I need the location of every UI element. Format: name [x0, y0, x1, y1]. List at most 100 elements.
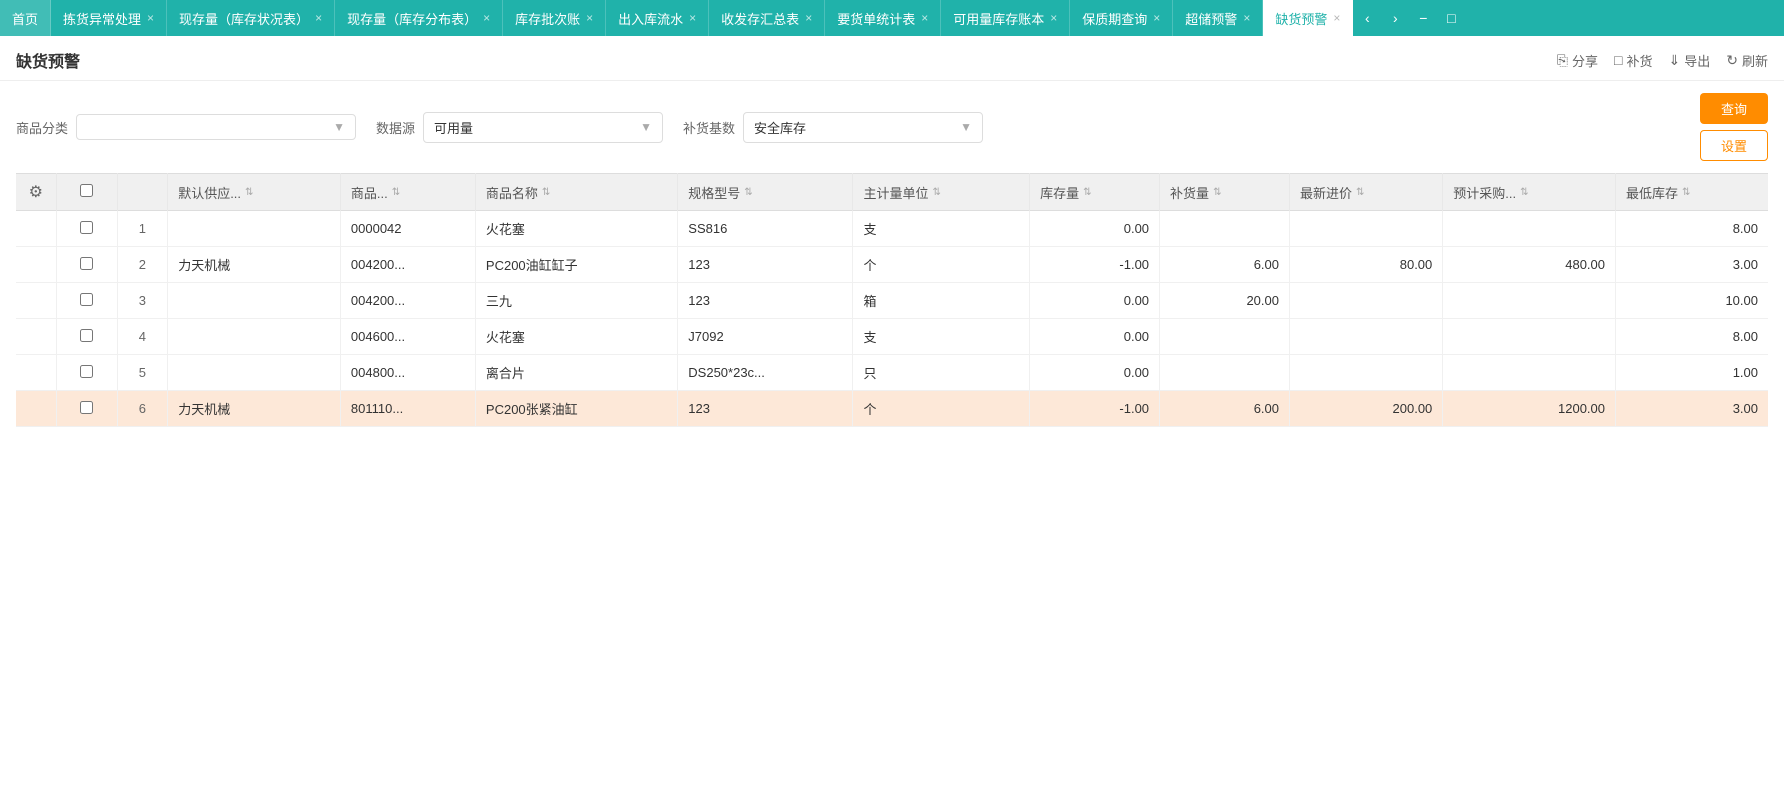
row-checkbox-cell: [56, 355, 117, 391]
tab-home[interactable]: 首页: [0, 0, 51, 36]
sort-icon-est[interactable]: ⇅: [1520, 187, 1528, 198]
row-checkbox-2[interactable]: [80, 293, 93, 306]
row-stock-qty: 0.00: [1030, 283, 1160, 319]
tab-close-batch-account[interactable]: ×: [586, 11, 593, 25]
tab-inout-flow[interactable]: 出入库流水 ×: [606, 0, 709, 36]
row-latest-price: [1290, 283, 1443, 319]
column-unit: 主计量单位 ⇅: [853, 174, 1030, 211]
row-gear-cell: [16, 247, 56, 283]
column-product-code: 商品... ⇅: [340, 174, 475, 211]
row-checkbox-1[interactable]: [80, 257, 93, 270]
row-seq: 2: [117, 247, 168, 283]
column-spec: 规格型号 ⇅: [678, 174, 853, 211]
row-checkbox-0[interactable]: [80, 221, 93, 234]
tab-receipt-summary[interactable]: 收发存汇总表 ×: [709, 0, 825, 36]
row-stock-qty: 0.00: [1030, 355, 1160, 391]
category-filter-group: 商品分类 ▼: [16, 114, 356, 140]
datasource-select[interactable]: 可用量 ▼: [423, 112, 663, 143]
tab-req-stats[interactable]: 要货单统计表 ×: [825, 0, 941, 36]
refresh-button[interactable]: ↻ 刷新: [1726, 51, 1768, 70]
tab-abnormal[interactable]: 拣货异常处理 ×: [51, 0, 167, 36]
sort-icon-price[interactable]: ⇅: [1356, 187, 1364, 198]
settings-button[interactable]: 设置: [1700, 130, 1768, 161]
sort-icon-supplier[interactable]: ⇅: [245, 187, 253, 198]
row-product-name: PC200张紧油缸: [475, 391, 677, 427]
gear-icon[interactable]: ⚙: [29, 184, 43, 201]
sort-icon-min[interactable]: ⇅: [1682, 187, 1690, 198]
row-unit: 支: [853, 211, 1030, 247]
row-product-name: 火花塞: [475, 211, 677, 247]
tab-close-abnormal[interactable]: ×: [147, 11, 154, 25]
row-checkbox-cell: [56, 283, 117, 319]
row-gear-cell: [16, 391, 56, 427]
tab-inventory-status[interactable]: 现存量（库存状况表） ×: [167, 0, 335, 36]
tab-close-inventory-status[interactable]: ×: [315, 11, 322, 25]
row-unit: 支: [853, 319, 1030, 355]
tab-close-receipt-summary[interactable]: ×: [805, 11, 812, 25]
sort-icon-code[interactable]: ⇅: [392, 187, 400, 198]
tab-batch-account[interactable]: 库存批次账 ×: [503, 0, 606, 36]
sort-icon-replenish[interactable]: ⇅: [1213, 187, 1221, 198]
row-product-code: 004600...: [340, 319, 475, 355]
select-all-checkbox[interactable]: [80, 184, 93, 197]
row-spec: DS250*23c...: [678, 355, 853, 391]
row-seq: 5: [117, 355, 168, 391]
row-spec: 123: [678, 391, 853, 427]
filter-actions: 查询 设置: [1700, 93, 1768, 161]
row-product-name: 火花塞: [475, 319, 677, 355]
tab-close-expiry-query[interactable]: ×: [1153, 11, 1160, 25]
row-unit: 箱: [853, 283, 1030, 319]
row-latest-price: [1290, 355, 1443, 391]
tab-nav-next[interactable]: ›: [1381, 0, 1409, 36]
table-container: ⚙ 默认供应... ⇅ 商品...: [0, 173, 1784, 427]
tab-overstock[interactable]: 超储预警 ×: [1173, 0, 1263, 36]
row-gear-cell: [16, 211, 56, 247]
row-seq: 6: [117, 391, 168, 427]
row-gear-cell: [16, 319, 56, 355]
sort-icon-unit[interactable]: ⇅: [932, 187, 940, 198]
sort-icon-stock[interactable]: ⇅: [1083, 187, 1091, 198]
share-button[interactable]: ⎘ 分享: [1557, 51, 1598, 70]
sort-icon-spec[interactable]: ⇅: [744, 187, 752, 198]
tab-minimize[interactable]: −: [1409, 0, 1437, 36]
tab-available-ledger[interactable]: 可用量库存账本 ×: [941, 0, 1070, 36]
tab-shortage[interactable]: 缺货预警 ×: [1263, 0, 1353, 36]
row-product-code: 004800...: [340, 355, 475, 391]
tab-close-inout-flow[interactable]: ×: [689, 11, 696, 25]
sort-icon-name[interactable]: ⇅: [542, 187, 550, 198]
row-spec: J7092: [678, 319, 853, 355]
tab-close-inventory-dist[interactable]: ×: [483, 11, 490, 25]
tab-close-shortage[interactable]: ×: [1333, 11, 1340, 25]
column-est-purchase: 预计采购... ⇅: [1443, 174, 1616, 211]
category-select[interactable]: ▼: [76, 114, 356, 140]
query-button[interactable]: 查询: [1700, 93, 1768, 124]
replenish-button[interactable]: □ 补货: [1614, 51, 1652, 70]
row-checkbox-4[interactable]: [80, 365, 93, 378]
row-gear-cell: [16, 283, 56, 319]
row-est-purchase: [1443, 211, 1616, 247]
row-latest-price: 200.00: [1290, 391, 1443, 427]
page-header: 缺货预警 ⎘ 分享 □ 补货 ⇓ 导出 ↻ 刷新: [0, 36, 1784, 81]
tab-bar: 首页 拣货异常处理 × 现存量（库存状况表） × 现存量（库存分布表） × 库存…: [0, 0, 1784, 36]
tab-close-available-ledger[interactable]: ×: [1050, 11, 1057, 25]
export-button[interactable]: ⇓ 导出: [1669, 51, 1711, 70]
tab-inventory-dist[interactable]: 现存量（库存分布表） ×: [335, 0, 503, 36]
row-est-purchase: [1443, 283, 1616, 319]
row-product-code: 0000042: [340, 211, 475, 247]
table-row: 2 力天机械 004200... PC200油缸缸子 123 个 -1.00 6…: [16, 247, 1768, 283]
tab-maximize[interactable]: □: [1437, 0, 1465, 36]
tab-expiry-query[interactable]: 保质期查询 ×: [1070, 0, 1173, 36]
replenish-base-filter-group: 补货基数 安全库存 ▼: [683, 112, 983, 143]
tab-nav-prev[interactable]: ‹: [1353, 0, 1381, 36]
replenish-base-select[interactable]: 安全库存 ▼: [743, 112, 983, 143]
share-icon: ⎘: [1557, 52, 1568, 69]
row-seq: 4: [117, 319, 168, 355]
replenish-base-arrow-icon: ▼: [960, 120, 972, 134]
tab-close-req-stats[interactable]: ×: [921, 11, 928, 25]
header-actions: ⎘ 分享 □ 补货 ⇓ 导出 ↻ 刷新: [1557, 51, 1768, 70]
row-checkbox-3[interactable]: [80, 329, 93, 342]
row-latest-price: 80.00: [1290, 247, 1443, 283]
tab-close-overstock[interactable]: ×: [1243, 11, 1250, 25]
page-title: 缺货预警: [16, 48, 80, 72]
row-checkbox-5[interactable]: [80, 401, 93, 414]
